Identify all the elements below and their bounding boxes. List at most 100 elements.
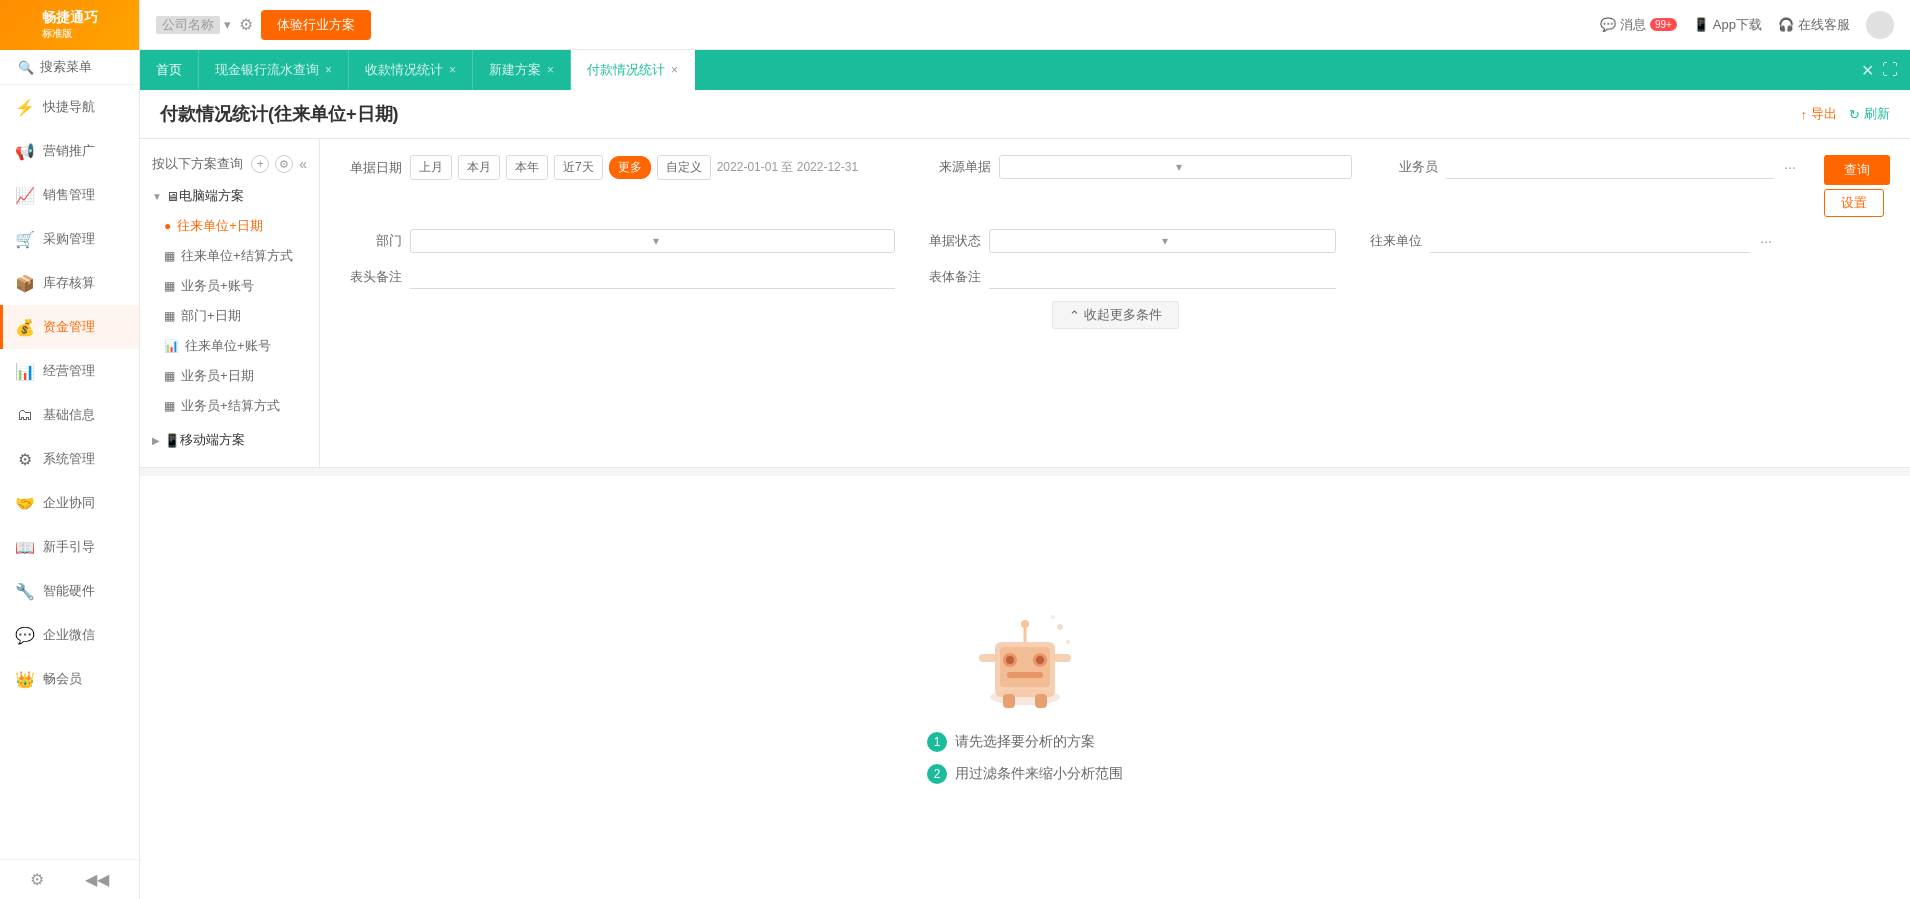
schema-item-unit-account[interactable]: 📊 往来单位+账号: [140, 331, 319, 361]
filter-actions: 查询 设置: [1824, 155, 1890, 217]
online-service-label: 在线客服: [1798, 16, 1850, 34]
trial-btn[interactable]: 体验行业方案: [261, 10, 371, 40]
schema-item-dept-date[interactable]: ▦ 部门+日期: [140, 301, 319, 331]
source-doc-chevron: ▾: [1176, 160, 1344, 174]
tab-close-icon[interactable]: ×: [671, 63, 678, 77]
sidebar-item-label: 新手引导: [43, 538, 95, 556]
header-note-input[interactable]: [410, 265, 895, 289]
schema-item-icon: ▦: [164, 399, 175, 413]
group-icon: 📱: [164, 433, 180, 448]
schema-item-staff-date[interactable]: ▦ 业务员+日期: [140, 361, 319, 391]
settings-btn[interactable]: 设置: [1824, 189, 1884, 217]
hardware-icon: 🔧: [15, 581, 35, 601]
export-btn[interactable]: ↑ 导出: [1801, 105, 1838, 123]
svg-rect-11: [1053, 654, 1071, 662]
add-schema-btn[interactable]: +: [251, 155, 269, 173]
sidebar-item-sales[interactable]: 📈 销售管理: [0, 173, 139, 217]
dept-select[interactable]: ▾: [410, 229, 895, 253]
doc-status-select[interactable]: ▾: [989, 229, 1335, 253]
staff-field: 业务员 ···: [1376, 155, 1800, 179]
schema-item-label: 部门+日期: [181, 307, 241, 325]
tab-label: 现金银行流水查询: [215, 61, 319, 79]
partner-input[interactable]: [1430, 229, 1751, 253]
schema-item-staff-account[interactable]: ▦ 业务员+账号: [140, 271, 319, 301]
tab-label: 收款情况统计: [365, 61, 443, 79]
sidebar-item-quick-nav[interactable]: ⚡ 快捷导航: [0, 85, 139, 129]
header-left: 公司名称 ▾ ⚙ 体验行业方案: [156, 10, 371, 40]
filter-sidebar-icons: + ⚙ «: [251, 155, 307, 173]
mobile-schema-group-title[interactable]: ▶ 📱 移动端方案: [140, 425, 319, 455]
custom-date-btn[interactable]: 自定义: [657, 155, 711, 180]
sidebar-item-marketing[interactable]: 📢 营销推广: [0, 129, 139, 173]
sidebar-item-weixin[interactable]: 💬 企业微信: [0, 613, 139, 657]
svg-rect-2: [1000, 647, 1050, 687]
partner-input-more-btn[interactable]: ···: [1756, 229, 1776, 253]
refresh-icon: ↻: [1849, 107, 1860, 122]
online-service-btn[interactable]: 🎧 在线客服: [1778, 16, 1850, 34]
empty-tip-2: 2 用过滤条件来缩小分析范围: [927, 764, 1123, 784]
page-header-actions: ↑ 导出 ↻ 刷新: [1801, 105, 1891, 123]
tab-close-icon[interactable]: ×: [325, 63, 332, 77]
search-menu[interactable]: 🔍 搜索菜单: [0, 50, 139, 85]
last-month-btn[interactable]: 上月: [410, 155, 452, 180]
sidebar-item-label: 基础信息: [43, 406, 95, 424]
finance-icon: 💰: [15, 317, 35, 337]
desktop-schema-items: ● 往来单位+日期 ▦ 往来单位+结算方式 ▦ 业务员+账号 ▦: [140, 211, 319, 421]
sidebar: 畅捷通巧 标准版 🔍 搜索菜单 ⚡ 快捷导航 📢 营销推广 📈 销售管理 🛒 采…: [0, 0, 140, 899]
sidebar-item-enterprise[interactable]: 🤝 企业协同: [0, 481, 139, 525]
maximize-icon[interactable]: ⛶: [1882, 61, 1898, 79]
schema-item-unit-settle[interactable]: ▦ 往来单位+结算方式: [140, 241, 319, 271]
sidebar-collapse-btn[interactable]: ◀◀: [85, 870, 109, 889]
tab-payment-stats[interactable]: 付款情况统计×: [571, 50, 695, 90]
sidebar-item-finance[interactable]: 💰 资金管理: [0, 305, 139, 349]
tip-1-text: 请先选择要分析的方案: [955, 733, 1095, 751]
tab-new-plan[interactable]: 新建方案×: [473, 50, 571, 90]
body-note-input[interactable]: [989, 265, 1335, 289]
desktop-schema-group-title[interactable]: ▼ 🖥 电脑端方案: [140, 181, 319, 211]
staff-input-more-btn[interactable]: ···: [1780, 155, 1800, 179]
sidebar-item-basic-info[interactable]: 🗂 基础信息: [0, 393, 139, 437]
schema-item-unit-date[interactable]: ● 往来单位+日期: [140, 211, 319, 241]
sidebar-item-system[interactable]: ⚙ 系统管理: [0, 437, 139, 481]
app-download-btn[interactable]: 📱 App下载: [1693, 16, 1762, 34]
sidebar-item-hardware[interactable]: 🔧 智能硬件: [0, 569, 139, 613]
tab-close-icon[interactable]: ×: [449, 63, 456, 77]
user-avatar[interactable]: [1866, 11, 1894, 39]
this-month-btn[interactable]: 本月: [458, 155, 500, 180]
query-btn[interactable]: 查询: [1824, 155, 1890, 185]
schema-item-label: 往来单位+日期: [177, 217, 263, 235]
company-selector[interactable]: 公司名称 ▾: [156, 16, 231, 34]
sidebar-item-member[interactable]: 👑 畅会员: [0, 657, 139, 701]
close-all-tabs-icon[interactable]: ✕: [1861, 61, 1874, 80]
sidebar-item-operation[interactable]: 📊 经营管理: [0, 349, 139, 393]
sidebar-item-inventory[interactable]: 📦 库存核算: [0, 261, 139, 305]
source-doc-select[interactable]: ▾: [999, 155, 1353, 179]
more-dates-btn[interactable]: 更多: [609, 156, 651, 179]
refresh-btn[interactable]: ↻ 刷新: [1849, 105, 1890, 123]
tab-bank-flow[interactable]: 现金银行流水查询 ×: [199, 50, 349, 90]
tab-collection-stats[interactable]: 收款情况统计 ×: [349, 50, 473, 90]
collapse-more-conditions-btn[interactable]: ⌃ 收起更多条件: [1052, 301, 1179, 329]
sidebar-item-guide[interactable]: 📖 新手引导: [0, 525, 139, 569]
header-settings-icon[interactable]: ⚙: [239, 15, 253, 34]
this-year-btn[interactable]: 本年: [506, 155, 548, 180]
messages-btn[interactable]: 💬 消息 99+: [1600, 16, 1677, 34]
group-label: 移动端方案: [180, 431, 245, 449]
staff-input[interactable]: [1446, 155, 1774, 179]
svg-rect-7: [1007, 672, 1043, 678]
message-icon: 💬: [1600, 17, 1616, 32]
header-note-input-wrap: [410, 265, 895, 289]
sidebar-collapse-icon[interactable]: «: [299, 156, 307, 172]
sidebar-item-purchase[interactable]: 🛒 采购管理: [0, 217, 139, 261]
empty-state: 1 请先选择要分析的方案 2 用过滤条件来缩小分析范围: [140, 476, 1910, 899]
schema-item-label: 往来单位+结算方式: [181, 247, 293, 265]
tab-close-icon[interactable]: ×: [547, 63, 554, 77]
schema-item-staff-settle[interactable]: ▦ 业务员+结算方式: [140, 391, 319, 421]
tab-home[interactable]: 首页: [140, 50, 199, 90]
last-7days-btn[interactable]: 近7天: [554, 155, 603, 180]
body-note-field: 表体备注: [919, 265, 1335, 289]
group-collapse-arrow: ▶: [152, 435, 160, 446]
sidebar-settings-btn[interactable]: ⚙: [30, 870, 44, 889]
schema-item-icon: ▦: [164, 279, 175, 293]
schema-settings-btn[interactable]: ⚙: [275, 155, 293, 173]
